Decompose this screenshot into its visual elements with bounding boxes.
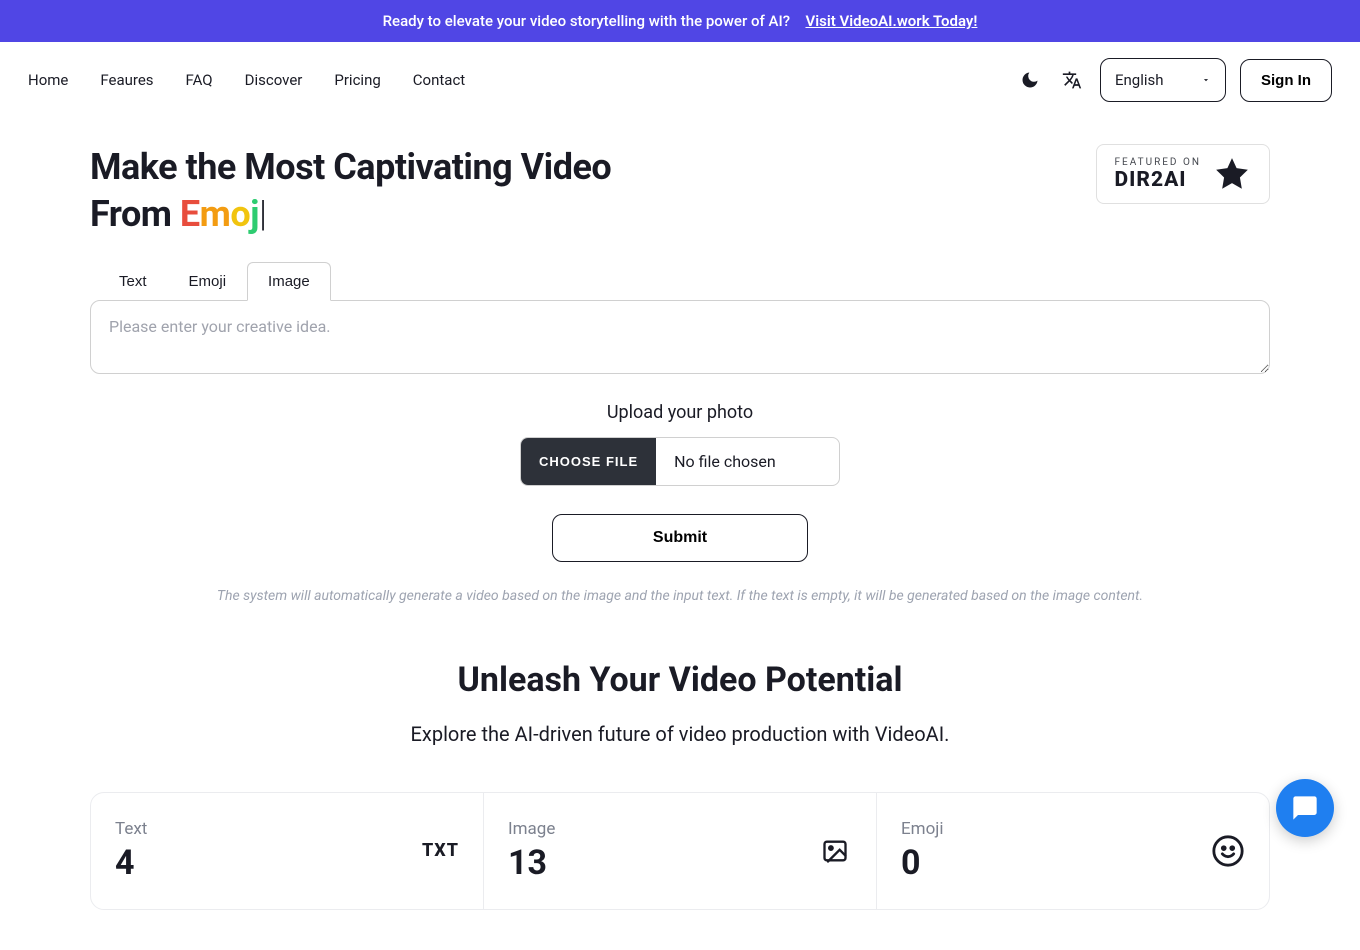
smile-icon xyxy=(1211,834,1245,868)
nav-pricing[interactable]: Pricing xyxy=(334,71,380,89)
stats-row: Text 4 TXT Image 13 Emoji 0 xyxy=(90,792,1270,910)
hero-title: Make the Most Captivating Video From Emo… xyxy=(90,144,611,238)
choose-file-button[interactable]: CHOOSE FILE xyxy=(521,438,656,485)
translate-button[interactable] xyxy=(1058,66,1086,94)
image-icon xyxy=(818,837,852,865)
star-icon xyxy=(1213,155,1251,193)
nav-links: Home Feaures FAQ Discover Pricing Contac… xyxy=(28,71,465,89)
chevron-down-icon xyxy=(1201,75,1211,85)
hero-line1: Make the Most Captivating Video xyxy=(90,146,611,188)
nav-faq[interactable]: FAQ xyxy=(186,71,213,89)
chat-fab[interactable] xyxy=(1276,779,1334,837)
moon-icon xyxy=(1020,70,1040,90)
section-subtitle: Explore the AI-driven future of video pr… xyxy=(90,722,1270,746)
nav-right: English Sign In xyxy=(1016,58,1332,102)
nav-discover[interactable]: Discover xyxy=(245,71,303,89)
tab-image[interactable]: Image xyxy=(247,262,331,301)
hero-row: Make the Most Captivating Video From Emo… xyxy=(90,144,1270,238)
stat-card-text: Text 4 TXT xyxy=(91,793,483,909)
translate-icon xyxy=(1062,70,1082,90)
stat-value: 0 xyxy=(901,843,943,883)
tab-text[interactable]: Text xyxy=(98,262,168,300)
featured-badge[interactable]: FEATURED ON DIR2AI xyxy=(1096,144,1270,204)
rainbow-letter: E xyxy=(180,193,200,235)
stat-label: Image xyxy=(508,819,555,839)
input-area xyxy=(90,300,1270,378)
stat-card-emoji: Emoji 0 xyxy=(876,793,1269,909)
stat-label: Emoji xyxy=(901,819,943,839)
section-title: Unleash Your Video Potential xyxy=(90,660,1270,700)
hero-line2-prefix: From xyxy=(90,193,180,235)
featured-badge-text: FEATURED ON DIR2AI xyxy=(1115,158,1201,191)
submit-button[interactable]: Submit xyxy=(552,514,808,562)
stat-label: Text xyxy=(115,819,147,839)
rainbow-letter: j xyxy=(250,193,259,235)
rainbow-letter: o xyxy=(230,193,250,235)
announcement-banner: Ready to elevate your video storytelling… xyxy=(0,0,1360,42)
nav-contact[interactable]: Contact xyxy=(413,71,465,89)
sign-in-button[interactable]: Sign In xyxy=(1240,59,1332,102)
language-selected-value: English xyxy=(1115,71,1164,89)
language-select[interactable]: English xyxy=(1100,58,1226,102)
featured-badge-top: FEATURED ON xyxy=(1115,158,1201,168)
idea-textarea[interactable] xyxy=(90,300,1270,374)
file-picker[interactable]: CHOOSE FILE No file chosen xyxy=(520,437,840,486)
featured-badge-brand: DIR2AI xyxy=(1115,170,1201,191)
main-navbar: Home Feaures FAQ Discover Pricing Contac… xyxy=(0,42,1360,118)
chat-icon xyxy=(1291,794,1319,822)
nav-features[interactable]: Feaures xyxy=(100,71,153,89)
typing-cursor: | xyxy=(259,193,266,235)
upload-label: Upload your photo xyxy=(90,402,1270,423)
banner-text: Ready to elevate your video storytelling… xyxy=(383,12,790,30)
input-mode-tabs: Text Emoji Image xyxy=(90,262,1270,300)
nav-home[interactable]: Home xyxy=(28,71,68,89)
file-status-text: No file chosen xyxy=(656,438,794,485)
dark-mode-toggle[interactable] xyxy=(1016,66,1044,94)
upload-section: Upload your photo CHOOSE FILE No file ch… xyxy=(90,402,1270,562)
stat-value: 4 xyxy=(115,843,147,883)
main-content: Make the Most Captivating Video From Emo… xyxy=(0,118,1360,950)
stat-value: 13 xyxy=(508,843,555,883)
txt-icon: TXT xyxy=(422,840,459,861)
stat-card-image: Image 13 xyxy=(483,793,876,909)
helper-text: The system will automatically generate a… xyxy=(90,588,1270,604)
banner-link[interactable]: Visit VideoAI.work Today! xyxy=(805,12,977,30)
hero-rainbow-word: Emoj| xyxy=(180,193,267,235)
rainbow-letter: m xyxy=(200,193,231,235)
tab-emoji[interactable]: Emoji xyxy=(168,262,248,300)
